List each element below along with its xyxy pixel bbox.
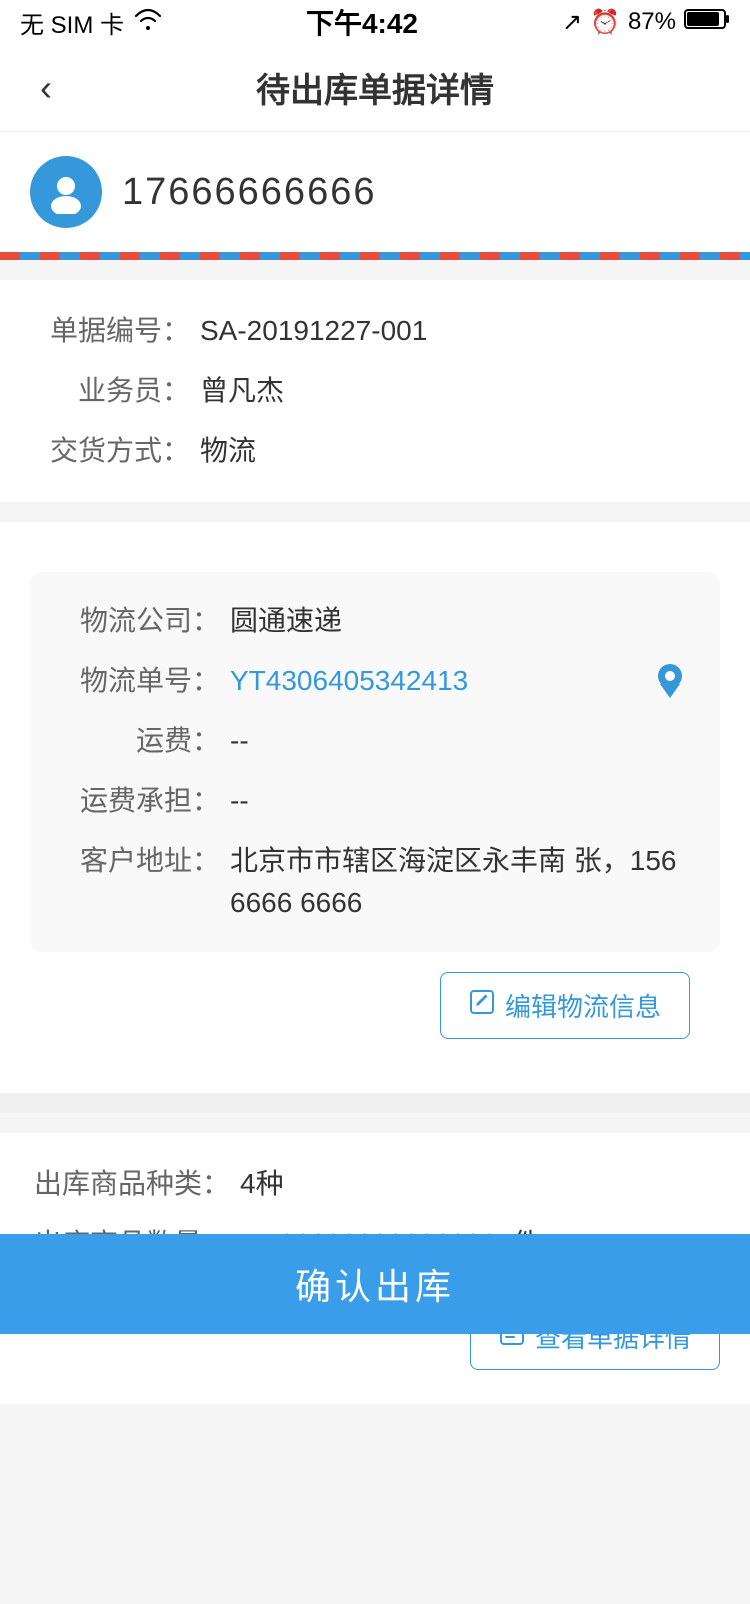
value-company: 圆通速递: [230, 600, 690, 642]
clock-icon: ⏰: [590, 8, 620, 37]
info-row-sn: 单据编号： SA-20191227-001: [30, 310, 720, 352]
location-icon: ↗: [562, 8, 582, 37]
label-freight: 运费：: [60, 720, 220, 762]
back-button[interactable]: ‹: [30, 57, 62, 119]
label-salesperson: 业务员：: [30, 370, 190, 412]
dashed-divider: [0, 252, 750, 260]
nav-bar: ‹ 待出库单据详情: [0, 44, 750, 132]
label-freight-bearer: 运费承担：: [60, 780, 220, 822]
label-trackno: 物流单号：: [60, 660, 220, 702]
battery-icon: [684, 7, 730, 38]
value-trackno: YT43064053424​13: [230, 660, 638, 702]
status-bar: 无 SIM 卡 下午4:42 ↗ ⏰ 87%: [0, 0, 750, 44]
info-row-delivery: 交货方式： 物流: [30, 430, 720, 472]
confirm-bar[interactable]: 确认出库: [0, 1234, 750, 1334]
value-sn: SA-20191227-001: [200, 310, 720, 352]
label-goods-types: 出库商品种类：: [30, 1163, 230, 1205]
info-row-types: 出库商品种类： 4种: [30, 1163, 720, 1205]
status-time: 下午4:42: [306, 2, 418, 42]
status-left: 无 SIM 卡: [20, 5, 162, 40]
label-address: 客户地址：: [60, 840, 220, 882]
value-freight: --: [230, 720, 690, 762]
info-row-freight: 运费： --: [60, 720, 690, 762]
basic-info-section: 单据编号： SA-20191227-001 业务员： 曾凡杰 交货方式： 物流: [0, 280, 750, 502]
value-goods-types: 4种: [240, 1163, 720, 1205]
wifi-icon: [134, 8, 162, 37]
bottom-spacer: [0, 1404, 750, 1604]
confirm-button-label: 确认出库: [295, 1258, 455, 1310]
info-row-salesperson: 业务员： 曾凡杰: [30, 370, 720, 412]
battery-percent: 87%: [628, 8, 676, 36]
value-address: 北京市市辖区海淀区永丰南 张，156 6666 6666: [230, 840, 690, 924]
user-header: 17666666666: [0, 132, 750, 252]
status-right: ↗ ⏰ 87%: [562, 7, 730, 38]
logistics-section: 物流公司： 圆通速递 物流单号： YT43064053424​13 运费： --…: [0, 522, 750, 1093]
carrier-label: 无 SIM 卡: [20, 5, 124, 40]
avatar: [30, 156, 102, 228]
edit-logistics-label: 编辑物流信息: [505, 987, 661, 1024]
value-salesperson: 曾凡杰: [200, 370, 720, 412]
label-sn: 单据编号：: [30, 310, 190, 352]
value-delivery: 物流: [200, 430, 720, 472]
value-freight-bearer: --: [230, 780, 690, 822]
label-company: 物流公司：: [60, 600, 220, 642]
info-row-trackno: 物流单号： YT43064053424​13: [60, 660, 690, 702]
edit-logistics-button[interactable]: 编辑物流信息: [440, 972, 690, 1039]
info-row-company: 物流公司： 圆通速递: [60, 600, 690, 642]
logistics-card: 物流公司： 圆通速递 物流单号： YT43064053424​13 运费： --…: [30, 572, 720, 952]
location-pin-icon[interactable]: [650, 660, 690, 700]
section-divider: [0, 1093, 750, 1113]
edit-logistics-btn-row: 编辑物流信息: [30, 952, 720, 1063]
label-delivery: 交货方式：: [30, 430, 190, 472]
page-title: 待出库单据详情: [256, 63, 494, 112]
info-row-freight-bearer: 运费承担： --: [60, 780, 690, 822]
info-row-address: 客户地址： 北京市市辖区海淀区永丰南 张，156 6666 6666: [60, 840, 690, 924]
user-phone: 17666666666: [122, 171, 376, 214]
edit-icon: [469, 989, 495, 1022]
